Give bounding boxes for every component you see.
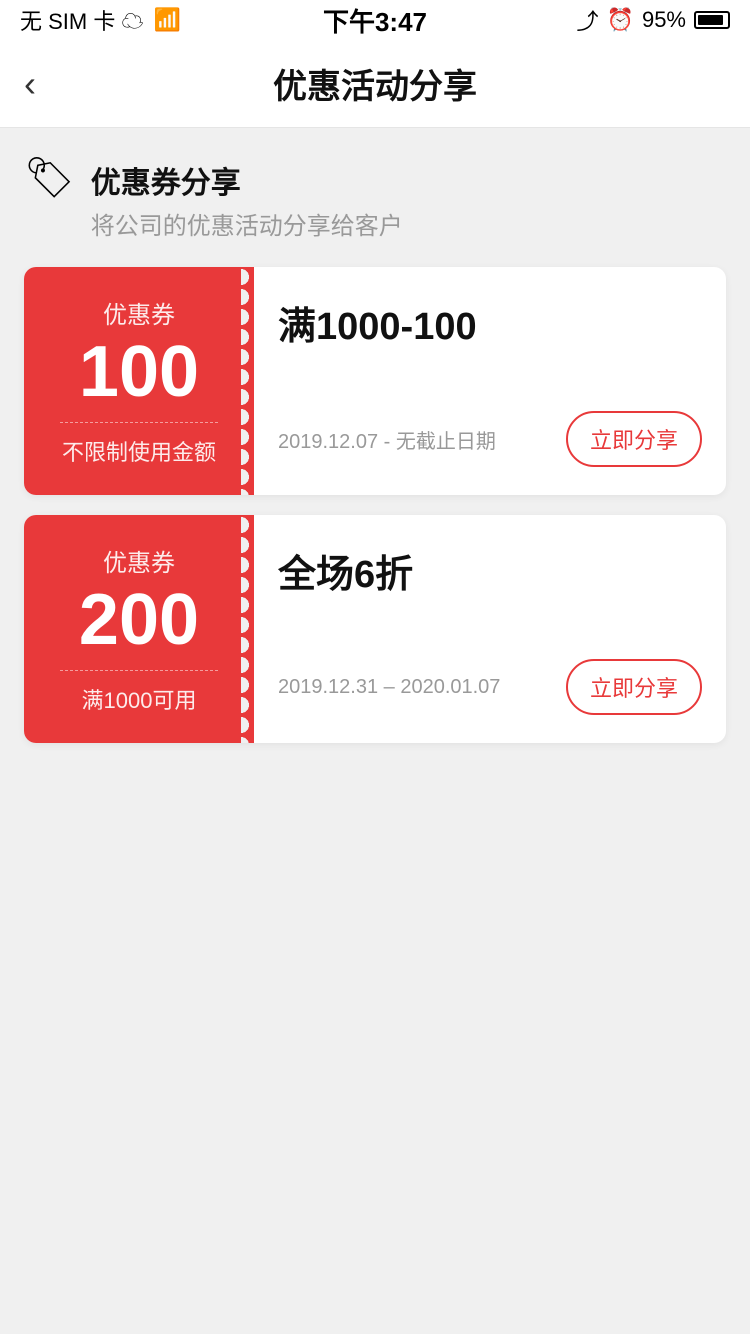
battery-icon	[694, 11, 730, 29]
coupon-footer-2: 2019.12.31 – 2020.01.07 立即分享	[278, 659, 702, 715]
section-title: 优惠券分享	[91, 158, 403, 202]
location-icon: ⤴	[577, 4, 599, 36]
coupon-divider-2	[60, 670, 218, 671]
wifi-icon: 📶	[153, 7, 180, 33]
coupon-condition-2: 满1000可用	[82, 683, 197, 715]
share-button-1[interactable]: 立即分享	[566, 411, 702, 467]
share-button-2[interactable]: 立即分享	[566, 659, 702, 715]
coupon-name-2: 全场6折	[278, 543, 702, 598]
alarm-icon: ⏰	[607, 7, 634, 33]
coupon-section-icon: 🏷	[24, 158, 75, 198]
status-right: ⤴ ⏰ 95%	[577, 4, 730, 36]
nav-bar: ‹ 优惠活动分享	[0, 40, 750, 128]
section-subtitle: 将公司的优惠活动分享给客户	[91, 206, 403, 241]
status-bar: 无 SIM 卡 ☁ 📶 下午3:47 ⤴ ⏰ 95%	[0, 0, 750, 40]
status-left: 无 SIM 卡 ☁ 📶	[20, 4, 181, 36]
coupon-label-2: 优惠券	[103, 543, 175, 578]
coupon-name-1: 满1000-100	[278, 295, 702, 350]
coupon-left-1: 优惠券 100 不限制使用金额	[24, 267, 254, 495]
coupon-amount-2: 200	[79, 584, 199, 656]
coupon-condition-1: 不限制使用金额	[62, 435, 216, 467]
coupon-date-1: 2019.12.07 - 无截止日期	[278, 425, 554, 454]
back-button[interactable]: ‹	[24, 63, 36, 105]
coupon-amount-1: 100	[79, 336, 199, 408]
coupon-footer-1: 2019.12.07 - 无截止日期 立即分享	[278, 411, 702, 467]
status-time: 下午3:47	[323, 2, 427, 39]
coupon-left-2: 优惠券 200 满1000可用	[24, 515, 254, 743]
coupon-card-2: 优惠券 200 满1000可用 全场6折 2019.12.31 – 2020.0…	[24, 515, 726, 743]
coupon-right-2: 全场6折 2019.12.31 – 2020.01.07 立即分享	[254, 515, 726, 743]
coupon-divider-1	[60, 422, 218, 423]
coupon-list: 优惠券 100 不限制使用金额 满1000-100 2019.12.07 - 无…	[0, 257, 750, 753]
coupon-date-2: 2019.12.31 – 2020.01.07	[278, 676, 554, 699]
coupon-right-1: 满1000-100 2019.12.07 - 无截止日期 立即分享	[254, 267, 726, 495]
battery-percent: 95%	[642, 7, 686, 33]
sim-label: 无 SIM 卡 ☁	[20, 4, 143, 36]
coupon-card-1: 优惠券 100 不限制使用金额 满1000-100 2019.12.07 - 无…	[24, 267, 726, 495]
rest-background	[0, 753, 750, 1313]
page-title: 优惠活动分享	[273, 59, 477, 108]
section-text: 优惠券分享 将公司的优惠活动分享给客户	[91, 158, 403, 241]
coupon-label-1: 优惠券	[103, 295, 175, 330]
section-header: 🏷 优惠券分享 将公司的优惠活动分享给客户	[0, 128, 750, 257]
